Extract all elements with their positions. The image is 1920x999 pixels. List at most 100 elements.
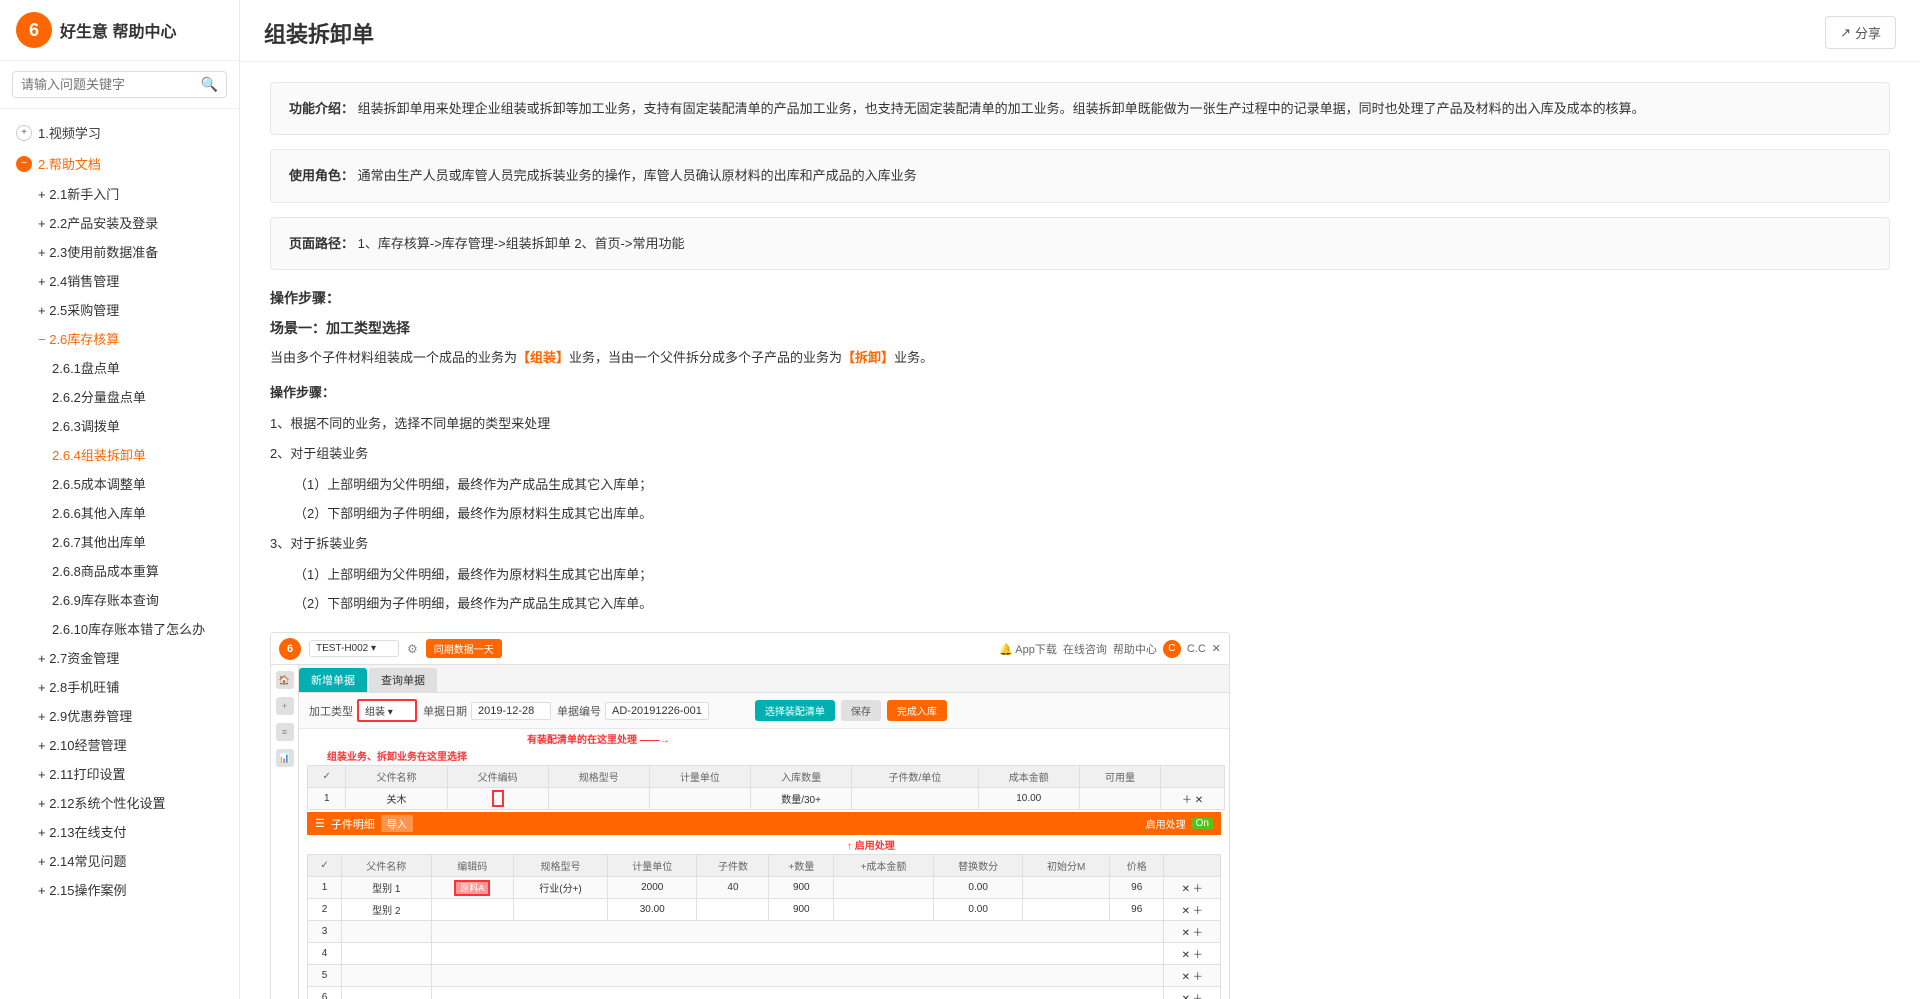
mock-b4-c1: 4 [308, 943, 342, 965]
sidebar-item-2-6[interactable]: − 2.6库存核算 [0, 324, 239, 353]
sidebar-item-2-6-9[interactable]: 2.6.9库存账本查询 [0, 585, 239, 614]
sidebar-label-2-9: + 2.9优惠券管理 [38, 709, 132, 724]
sidebar-item-2-6-6[interactable]: 2.6.6其他入库单 [0, 498, 239, 527]
mock-b-col-ops [1164, 855, 1221, 877]
mock-cell-check: 1 [308, 788, 346, 810]
mock-edit-code-1[interactable]: 原料A [454, 880, 490, 896]
mock-top-table: ✓ 父件名称 父件编码 规格型号 计量单位 入库数量 子件数/单位 成本金额 可 [307, 765, 1225, 810]
sidebar-item-2-6-2[interactable]: 2.6.2分量盘点单 [0, 382, 239, 411]
mock-b6-span [431, 987, 1164, 999]
mock-type-label: 加工类型 [309, 703, 353, 719]
mock-no-label: 单据编号 [557, 703, 601, 719]
sidebar-item-2-14[interactable]: + 2.14常见问题 [0, 846, 239, 875]
mock-annotation-bom-text: 有装配清单的在这里处理 ——→ [527, 731, 670, 746]
mock-code-input[interactable] [492, 790, 504, 807]
mock-online-consult: 在线咨询 [1063, 641, 1107, 657]
sidebar-item-2-6-3[interactable]: 2.6.3调拨单 [0, 411, 239, 440]
sidebar-item-2-6-10[interactable]: 2.6.10库存账本错了怎么办 [0, 614, 239, 643]
mock-b-c2: 型别 1 [342, 877, 432, 899]
mock-add-icon: + [276, 697, 294, 715]
expand-icon-s2: − [16, 156, 32, 172]
sidebar-item-2-7[interactable]: + 2.7资金管理 [0, 643, 239, 672]
sidebar-item-2-1[interactable]: + 2.1新手入门 [0, 179, 239, 208]
sidebar-item-2-5[interactable]: + 2.5采购管理 [0, 295, 239, 324]
sidebar-item-videos[interactable]: + 1.视频学习 [0, 117, 239, 148]
sidebar-item-2-9[interactable]: + 2.9优惠券管理 [0, 701, 239, 730]
sidebar-item-docs[interactable]: − 2.帮助文档 [0, 148, 239, 179]
mock-tab-new[interactable]: 新增单据 [299, 668, 367, 692]
mock-col-avail: 可用量 [1079, 766, 1160, 788]
mock-user-name: C.C [1187, 643, 1206, 655]
role-block: 使用角色： 通常由生产人员或库管人员完成拆装业务的操作，库管人员确认原材料的出库… [270, 149, 1890, 202]
sidebar-item-2-13[interactable]: + 2.13在线支付 [0, 817, 239, 846]
mock-form-date: 单据日期 2019-12-28 [423, 702, 551, 720]
step-2-1: （1）上部明细为父件明细，最终作为产成品生成其它入库单； [294, 473, 1890, 498]
sidebar-item-2-12[interactable]: + 2.12系统个性化设置 [0, 788, 239, 817]
mock-list-icon: ≡ [276, 723, 294, 741]
mock-b6-c1: 6 [308, 987, 342, 999]
mock-b5-span [431, 965, 1164, 987]
content-area: 功能介绍： 组装拆卸单用来处理企业组装或拆卸等加工业务，支持有固定装配清单的产品… [240, 62, 1920, 999]
mock-b3-span [431, 921, 1164, 943]
sidebar-item-2-15[interactable]: + 2.15操作案例 [0, 875, 239, 904]
mock-close-icon: ✕ [1212, 642, 1221, 655]
mock-home-icon: 🏠 [276, 671, 294, 689]
mock-b-c10 [1023, 877, 1110, 899]
sidebar-label-2-13: + 2.13在线支付 [38, 825, 127, 840]
sidebar-item-2-6-7[interactable]: 2.6.7其他出库单 [0, 527, 239, 556]
search-icon[interactable]: 🔍 [201, 76, 218, 93]
mock-complete-button[interactable]: 完成入库 [887, 700, 947, 721]
mock-cell-code [447, 788, 548, 810]
mock-b4-c2 [342, 943, 432, 965]
mock-tab-bar: 新增单据 查询单据 [299, 665, 1229, 693]
mock-tab-query[interactable]: 查询单据 [369, 668, 437, 692]
mock-b-col-name: 父件名称 [342, 855, 432, 877]
mock-b-col-init: 初始分M [1023, 855, 1110, 877]
mock-b2-c6 [697, 899, 769, 921]
step-2-2: （2）下部明细为子件明细，最终作为原材料生成其它出库单。 [294, 502, 1890, 527]
sidebar-item-2-6-4[interactable]: 2.6.4组装拆卸单 [0, 440, 239, 469]
scene1-title: 场景一：加工类型选择 [270, 318, 1890, 338]
sidebar-item-2-6-1[interactable]: 2.6.1盘点单 [0, 353, 239, 382]
sidebar-label-s2: 2.帮助文档 [38, 154, 101, 173]
mock-b3-c1: 3 [308, 921, 342, 943]
mock-cell-qty: 数量/30+ [751, 788, 852, 810]
mock-b2-c12: ✕ ＋ [1164, 899, 1221, 921]
mock-b-c12: ✕ ＋ [1164, 877, 1221, 899]
role-label: 使用角色： [289, 168, 354, 183]
mock-select-bom-button[interactable]: 选择装配清单 [755, 700, 835, 721]
sidebar-item-2-11[interactable]: + 2.11打印设置 [0, 759, 239, 788]
sidebar-subitems-2-6: 2.6.1盘点单 2.6.2分量盘点单 2.6.3调拨单 2.6.4组装拆卸单 … [0, 353, 239, 643]
mock-b2-c1: 2 [308, 899, 342, 921]
sidebar-label-2-12: + 2.12系统个性化设置 [38, 796, 166, 811]
mock-b-c6: 40 [697, 877, 769, 899]
sidebar-label-2-10: + 2.10经营管理 [38, 738, 127, 753]
mock-b3-c2 [342, 921, 432, 943]
sidebar-item-2-6-8[interactable]: 2.6.8商品成本重算 [0, 556, 239, 585]
sidebar-label-2-2: + 2.2产品安装及登录 [38, 216, 158, 231]
mock-top-table-wrapper: ✓ 父件名称 父件编码 规格型号 计量单位 入库数量 子件数/单位 成本金额 可 [299, 765, 1229, 810]
mock-save-button[interactable]: 保存 [841, 700, 881, 721]
mock-type-select[interactable]: 组装 ▾ [357, 699, 417, 722]
mock-main-layout: 🏠 + ≡ 📊 新增单据 查询单据 [271, 665, 1229, 999]
sidebar-label-2-11: + 2.11打印设置 [38, 767, 126, 782]
mock-b-col-rep: 替换数分 [933, 855, 1023, 877]
mock-section-import-btn[interactable]: 导入 [381, 815, 413, 832]
sidebar-item-2-6-5[interactable]: 2.6.5成本调整单 [0, 469, 239, 498]
nav-tree: + 1.视频学习 − 2.帮助文档 + 2.1新手入门 + 2.2产品安装及登录… [0, 109, 239, 999]
sidebar-item-2-10[interactable]: + 2.10经营管理 [0, 730, 239, 759]
search-box[interactable]: 🔍 [12, 71, 227, 98]
mock-refresh-button[interactable]: 同期数据一天 [426, 639, 502, 658]
search-input[interactable] [21, 77, 201, 92]
mock-annotation-type: 组装业务、拆卸业务在这里选择 [299, 748, 1229, 763]
sidebar-item-2-4[interactable]: + 2.4销售管理 [0, 266, 239, 295]
share-button[interactable]: ↗ 分享 [1825, 16, 1896, 49]
mock-b4-cend: ✕ ＋ [1164, 943, 1221, 965]
sidebar-label-2-15: + 2.15操作案例 [38, 883, 127, 898]
function-intro-text: 组装拆卸单用来处理企业组装或拆卸等加工业务，支持有固定装配清单的产品加工业务，也… [358, 101, 1645, 116]
sidebar-item-2-2[interactable]: + 2.2产品安装及登录 [0, 208, 239, 237]
sidebar-item-2-8[interactable]: + 2.8手机旺铺 [0, 672, 239, 701]
mock-cell-avail [1079, 788, 1160, 810]
sidebar: 6 好生意 帮助中心 🔍 + 1.视频学习 − 2.帮助文档 + 2.1新手入门… [0, 0, 240, 999]
sidebar-item-2-3[interactable]: + 2.3使用前数据准备 [0, 237, 239, 266]
